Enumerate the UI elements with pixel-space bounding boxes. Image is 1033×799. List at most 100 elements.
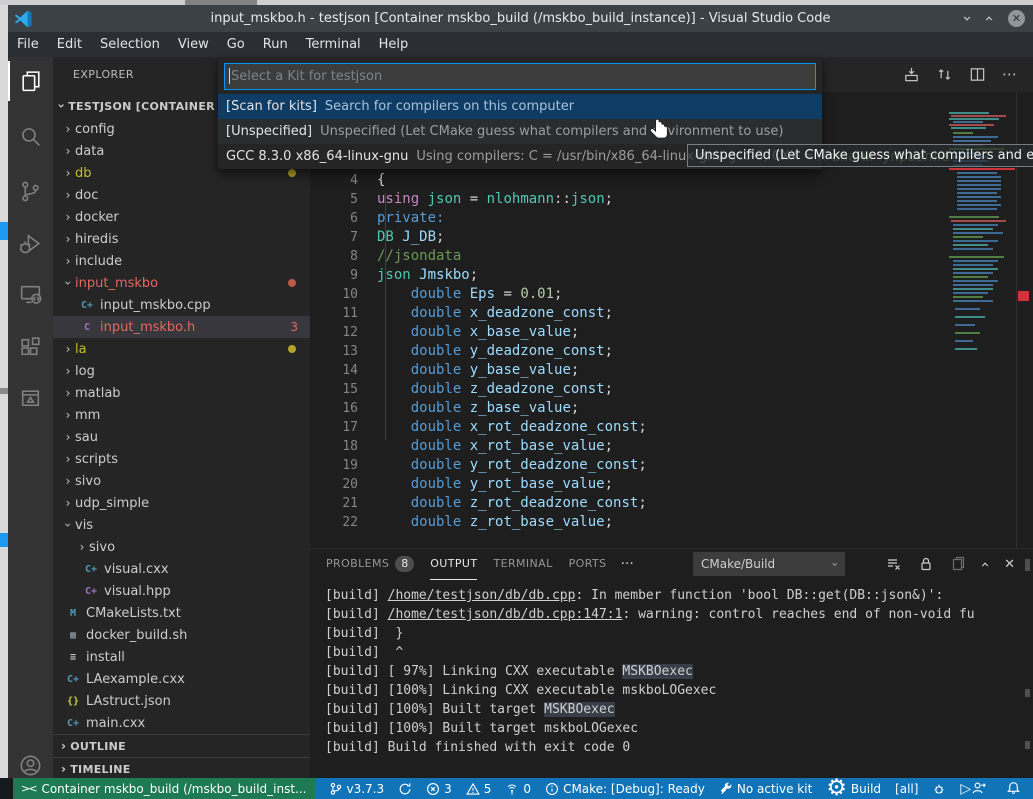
- sidebar-item-LAstruct.json[interactable]: {} LAstruct.json: [53, 690, 310, 712]
- sidebar-section-outline[interactable]: › OUTLINE: [53, 734, 310, 757]
- clear-output-icon[interactable]: [886, 556, 902, 572]
- close-button[interactable]: ✕: [1008, 10, 1025, 27]
- sidebar-item-matlab[interactable]: › matlab: [53, 382, 310, 404]
- install-kit-icon[interactable]: [903, 66, 920, 83]
- code-line-21[interactable]: 21 double z_rot_deadzone_const;: [310, 494, 1033, 513]
- sidebar-item-input_mskbo.cpp[interactable]: C+ input_mskbo.cpp: [53, 294, 310, 316]
- code-line-22[interactable]: 22 double z_rot_base_value;: [310, 513, 1033, 532]
- sidebar-item-hiredis[interactable]: › hiredis: [53, 228, 310, 250]
- code-line-7[interactable]: 7 DB J_DB;: [310, 228, 1033, 247]
- sidebar-item-docker_build.sh[interactable]: ▦ docker_build.sh: [53, 624, 310, 646]
- code-line-11[interactable]: 11 double x_deadzone_const;: [310, 304, 1033, 323]
- sidebar-item-sau[interactable]: › sau: [53, 426, 310, 448]
- sidebar-item-doc[interactable]: › doc: [53, 184, 310, 206]
- code-line-10[interactable]: 10 double Eps = 0.01;: [310, 285, 1033, 304]
- file-link[interactable]: /home/testjson/db/db.cpp:147:1: [388, 607, 623, 622]
- panel-scrollbar-mark[interactable]: [1025, 741, 1030, 749]
- status-errors[interactable]: 3: [426, 782, 452, 796]
- code-line-6[interactable]: 6 private:: [310, 209, 1033, 228]
- panel-tab-problems[interactable]: PROBLEMS 8: [326, 549, 415, 579]
- sidebar-item-udp_simple[interactable]: › udp_simple: [53, 492, 310, 514]
- code-line-16[interactable]: 16 double z_base_value;: [310, 399, 1033, 418]
- file-link[interactable]: /home/testjson/db/db.cpp: [388, 588, 576, 603]
- sidebar-item-include[interactable]: › include: [53, 250, 310, 272]
- status-cmake-run[interactable]: ▷: [960, 782, 971, 796]
- menu-view[interactable]: View: [169, 34, 218, 55]
- panel-more-tabs-icon[interactable]: ···: [620, 556, 633, 572]
- sidebar-item-sivo[interactable]: › sivo: [53, 536, 310, 558]
- status-git-branch[interactable]: v3.7.3: [329, 782, 384, 796]
- kit-option-0[interactable]: [Scan for kits] Search for compilers on t…: [218, 94, 822, 119]
- sidebar-item-sivo[interactable]: › sivo: [53, 470, 310, 492]
- code-line-18[interactable]: 18 double x_rot_base_value;: [310, 437, 1033, 456]
- activitybar-source-control[interactable]: [8, 171, 53, 211]
- sidebar-item-input_mskbo[interactable]: › input_mskbo: [53, 272, 310, 294]
- maximize-button[interactable]: ›: [980, 16, 998, 22]
- sidebar-item-scripts[interactable]: › scripts: [53, 448, 310, 470]
- activitybar-search[interactable]: [8, 116, 53, 156]
- sidebar-item-input_mskbo.h[interactable]: Cinput_mskbo.h 3: [53, 316, 310, 338]
- status-warnings[interactable]: 5: [465, 782, 491, 796]
- output-log[interactable]: [build] /home/testjson/db/db.cpp: In mem…: [310, 579, 1033, 779]
- code-line-5[interactable]: 5 using json = nlohmann::json;: [310, 190, 1033, 209]
- code-line-9[interactable]: 9 json Jmskbo;: [310, 266, 1033, 285]
- panel-tab-output[interactable]: OUTPUT: [430, 549, 478, 580]
- status-feedback[interactable]: [971, 781, 987, 796]
- sidebar-item-docker[interactable]: › docker: [53, 206, 310, 228]
- activitybar-run-and-debug[interactable]: [8, 223, 53, 263]
- sidebar-item-LAexample.cxx[interactable]: C+ LAexample.cxx: [53, 668, 310, 690]
- lock-autoscroll-icon[interactable]: [918, 556, 934, 572]
- maximize-panel-icon[interactable]: ›: [976, 561, 994, 567]
- code-line-17[interactable]: 17 double x_rot_deadzone_const;: [310, 418, 1033, 437]
- status-notifications[interactable]: [1006, 781, 1021, 796]
- panel-tab-ports[interactable]: PORTS: [569, 549, 607, 579]
- status-cmake-build[interactable]: ⚙ Build: [826, 777, 881, 799]
- status-build-target[interactable]: [all]: [895, 782, 918, 796]
- more-actions-icon[interactable]: ⋯: [1002, 65, 1018, 83]
- activitybar-extensions[interactable]: [8, 327, 53, 367]
- sidebar-item-visual.cxx[interactable]: C+ visual.cxx: [53, 558, 310, 580]
- code-line-12[interactable]: 12 double x_base_value;: [310, 323, 1033, 342]
- code-line-4[interactable]: 4{: [310, 171, 1033, 190]
- status-sync[interactable]: [398, 782, 412, 796]
- activitybar-remote-explorer[interactable]: [8, 274, 53, 314]
- menu-file[interactable]: File: [8, 34, 48, 55]
- code-line-20[interactable]: 20 double y_rot_base_value;: [310, 475, 1033, 494]
- status-cmake-status[interactable]: CMake: [Debug]: Ready: [545, 782, 705, 796]
- minimize-button[interactable]: ›: [959, 16, 977, 22]
- remote-indicator[interactable]: >< Container mskbo_build (/mskbo_build_i…: [13, 778, 315, 799]
- sidebar-section-timeline[interactable]: › TIMELINE: [53, 757, 310, 778]
- activitybar-explorer[interactable]: [8, 61, 53, 101]
- sidebar-item-la[interactable]: › la: [53, 338, 310, 360]
- menu-help[interactable]: Help: [370, 34, 418, 55]
- menu-terminal[interactable]: Terminal: [297, 34, 370, 55]
- menu-run[interactable]: Run: [254, 34, 297, 55]
- status-cmake-debug[interactable]: [932, 782, 946, 796]
- sidebar-item-install[interactable]: ≡ install: [53, 646, 310, 668]
- menu-selection[interactable]: Selection: [91, 34, 169, 55]
- menu-go[interactable]: Go: [218, 34, 254, 55]
- output-channel-select[interactable]: CMake/Build ›: [693, 552, 845, 576]
- code-line-19[interactable]: 19 double y_rot_deadzone_const;: [310, 456, 1033, 475]
- panel-tab-terminal[interactable]: TERMINAL: [493, 549, 552, 579]
- kit-option-1[interactable]: [Unspecified] Unspecified (Let CMake gues…: [218, 119, 822, 144]
- sidebar-item-vis[interactable]: › vis: [53, 514, 310, 536]
- split-editor-icon[interactable]: [969, 66, 986, 83]
- quick-pick-input[interactable]: Select a Kit for testjson: [224, 63, 816, 90]
- sidebar-item-visual.hpp[interactable]: C+ visual.hpp: [53, 580, 310, 602]
- switch-header-source-icon[interactable]: [936, 66, 953, 83]
- sidebar-item-main.cxx[interactable]: C+ main.cxx: [53, 712, 310, 734]
- code-line-13[interactable]: 13 double y_deadzone_const;: [310, 342, 1033, 361]
- status-active-kit[interactable]: No active kit: [719, 782, 812, 796]
- open-output-in-editor-icon[interactable]: [950, 556, 966, 572]
- menu-edit[interactable]: Edit: [48, 34, 91, 55]
- code-line-14[interactable]: 14 double y_base_value;: [310, 361, 1033, 380]
- sidebar-item-log[interactable]: › log: [53, 360, 310, 382]
- activitybar-cmake-test[interactable]: [8, 378, 53, 418]
- sidebar-item-mm[interactable]: › mm: [53, 404, 310, 426]
- panel-scrollbar-mark[interactable]: [1025, 559, 1030, 571]
- code-line-15[interactable]: 15 double z_deadzone_const;: [310, 380, 1033, 399]
- code-line-8[interactable]: 8 //jsondata: [310, 247, 1033, 266]
- panel-scrollbar-mark[interactable]: [1025, 689, 1030, 697]
- sidebar-item-CMakeLists.txt[interactable]: M CMakeLists.txt: [53, 602, 310, 624]
